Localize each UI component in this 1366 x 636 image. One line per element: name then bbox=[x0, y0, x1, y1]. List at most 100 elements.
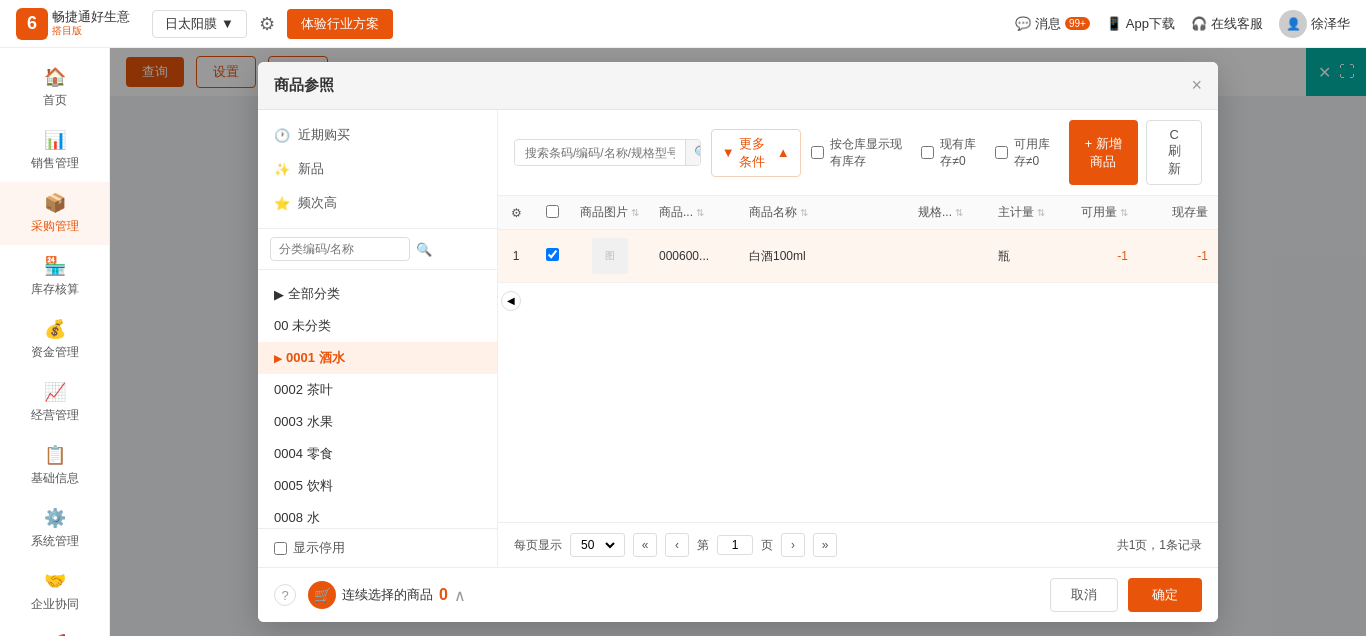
add-product-btn[interactable]: + 新增商品 bbox=[1069, 120, 1139, 185]
refresh-btn[interactable]: C 刷新 bbox=[1146, 120, 1202, 185]
th-spec: 规格... ⇅ bbox=[908, 196, 988, 230]
modal-toolbar: 🔍 ▼ 更多条件 ▲ 按仓库显示现有库存 bbox=[498, 110, 1218, 196]
next-page-btn[interactable]: › bbox=[781, 533, 805, 557]
left-search: 🔍 bbox=[258, 229, 497, 270]
modal-header: 商品参照 × bbox=[258, 62, 1218, 110]
nav-app-download[interactable]: 📱 App下载 bbox=[1106, 15, 1175, 33]
logo-sub: 搭目版 bbox=[52, 24, 130, 38]
th-code: 商品... ⇅ bbox=[649, 196, 739, 230]
first-page-btn[interactable]: « bbox=[633, 533, 657, 557]
sidebar-label-purchase: 采购管理 bbox=[31, 218, 79, 235]
cat-snack[interactable]: 0004 零食 bbox=[258, 438, 497, 470]
select-all-checkbox[interactable] bbox=[546, 205, 559, 218]
avail-ne-checkbox-group: 可用库存≠0 bbox=[995, 136, 1059, 170]
th-checkbox[interactable] bbox=[534, 196, 570, 230]
settings-icon[interactable]: ⚙ bbox=[259, 13, 275, 35]
left-nav-new[interactable]: ✨ 新品 bbox=[258, 152, 497, 186]
avail-ne-label[interactable]: 可用库存≠0 bbox=[1014, 136, 1059, 170]
nav-message[interactable]: 💬 消息 99+ bbox=[1015, 15, 1090, 33]
pagination: 每页显示 102050100 « ‹ 第 页 › bbox=[498, 522, 1218, 567]
cat-tea[interactable]: 0002 茶叶 bbox=[258, 374, 497, 406]
frequent-icon: ⭐ bbox=[274, 196, 290, 211]
sidebar-label-enterprise: 企业协同 bbox=[31, 596, 79, 613]
cancel-btn[interactable]: 取消 bbox=[1050, 578, 1118, 612]
th-img: 商品图片 ⇅ bbox=[570, 196, 649, 230]
purchase-icon: 📦 bbox=[44, 192, 66, 214]
row-spec bbox=[908, 230, 988, 283]
page-size-dropdown[interactable]: 102050100 bbox=[577, 537, 618, 553]
modal-footer: ? 🛒 连续选择的商品 0 ∧ 取消 确定 bbox=[258, 567, 1218, 622]
last-page-btn[interactable]: » bbox=[813, 533, 837, 557]
logo-text: 畅捷通好生意 bbox=[52, 9, 130, 25]
show-disabled-checkbox[interactable] bbox=[274, 542, 287, 555]
row-img-cell: 图 bbox=[570, 230, 649, 283]
sidebar-item-inventory[interactable]: 🏪 库存核算 bbox=[0, 245, 109, 308]
modal-close-btn[interactable]: × bbox=[1191, 75, 1202, 96]
avail-ne-checkbox[interactable] bbox=[995, 146, 1008, 159]
filter-btn[interactable]: ▼ 更多条件 ▲ bbox=[711, 129, 801, 177]
category-search-input[interactable] bbox=[270, 237, 410, 261]
page-number-input[interactable] bbox=[717, 535, 753, 555]
sidebar-label-basic-info: 基础信息 bbox=[31, 470, 79, 487]
cat-all[interactable]: ▶ 全部分类 bbox=[258, 278, 497, 310]
sidebar-label-finance: 资金管理 bbox=[31, 344, 79, 361]
category-search-icon[interactable]: 🔍 bbox=[416, 242, 432, 257]
show-disabled-label[interactable]: 显示停用 bbox=[293, 539, 345, 557]
sidebar-item-basic-info[interactable]: 📋 基础信息 bbox=[0, 434, 109, 497]
warehouse-checkbox[interactable] bbox=[811, 146, 824, 159]
left-nav-recent[interactable]: 🕐 近期购买 bbox=[258, 118, 497, 152]
sidebar-item-sales[interactable]: 📊 销售管理 bbox=[0, 119, 109, 182]
th-unit: 主计量 ⇅ bbox=[988, 196, 1058, 230]
cat-spirits[interactable]: ▶ 0001 酒水 bbox=[258, 342, 497, 374]
cat-fruit[interactable]: 0003 水果 bbox=[258, 406, 497, 438]
app-icon: 📱 bbox=[1106, 16, 1122, 31]
left-nav-frequent[interactable]: ⭐ 频次高 bbox=[258, 186, 497, 220]
sidebar-item-guide[interactable]: 🚀 新手引导 bbox=[0, 623, 109, 636]
help-btn[interactable]: ? bbox=[274, 584, 296, 606]
product-search-input[interactable] bbox=[515, 141, 685, 165]
table-row[interactable]: 1 图 000600... 白酒100ml bbox=[498, 230, 1218, 283]
nav-user[interactable]: 👤 徐泽华 bbox=[1279, 10, 1350, 38]
store-selector[interactable]: 日太阳膜 ▼ bbox=[152, 10, 247, 38]
warehouse-checkbox-group: 按仓库显示现有库存 bbox=[811, 136, 912, 170]
product-img: 图 bbox=[592, 238, 628, 274]
cat-beverage[interactable]: 0005 饮料 bbox=[258, 470, 497, 502]
cart-collapse-icon[interactable]: ∧ bbox=[454, 586, 466, 605]
home-icon: 🏠 bbox=[44, 66, 66, 88]
sidebar-item-operations[interactable]: 📈 经营管理 bbox=[0, 371, 109, 434]
sidebar: 🏠 首页 📊 销售管理 📦 采购管理 🏪 库存核算 💰 资金管理 📈 经营管理 … bbox=[0, 48, 110, 636]
confirm-btn[interactable]: 确定 bbox=[1128, 578, 1202, 612]
sort-icon-code: ⇅ bbox=[696, 207, 704, 218]
row-checkbox[interactable] bbox=[546, 248, 559, 261]
prev-page-btn[interactable]: ‹ bbox=[665, 533, 689, 557]
nav-right: 💬 消息 99+ 📱 App下载 🎧 在线客服 👤 徐泽华 bbox=[1015, 10, 1350, 38]
system-icon: ⚙️ bbox=[44, 507, 66, 529]
warehouse-label[interactable]: 按仓库显示现有库存 bbox=[830, 136, 912, 170]
user-avatar: 👤 bbox=[1279, 10, 1307, 38]
product-search-icon[interactable]: 🔍 bbox=[685, 140, 701, 165]
sidebar-label-system: 系统管理 bbox=[31, 533, 79, 550]
sidebar-item-home[interactable]: 🏠 首页 bbox=[0, 56, 109, 119]
product-table: ⚙ 商品图片 ⇅ bbox=[498, 196, 1218, 283]
sidebar-label-inventory: 库存核算 bbox=[31, 281, 79, 298]
page-size-select[interactable]: 102050100 bbox=[570, 533, 625, 557]
experience-btn[interactable]: 体验行业方案 bbox=[287, 9, 393, 39]
sidebar-item-system[interactable]: ⚙️ 系统管理 bbox=[0, 497, 109, 560]
cart-area[interactable]: 🛒 连续选择的商品 0 ∧ bbox=[308, 581, 466, 609]
nav-online-service[interactable]: 🎧 在线客服 bbox=[1191, 15, 1263, 33]
sidebar-item-purchase[interactable]: 📦 采购管理 bbox=[0, 182, 109, 245]
stock-ne-checkbox[interactable] bbox=[921, 146, 934, 159]
operations-icon: 📈 bbox=[44, 381, 66, 403]
cat-water[interactable]: 0008 水 bbox=[258, 502, 497, 528]
cat-uncategorized[interactable]: 00 未分类 bbox=[258, 310, 497, 342]
sidebar-item-enterprise[interactable]: 🤝 企业协同 bbox=[0, 560, 109, 623]
th-settings[interactable]: ⚙ bbox=[498, 196, 534, 230]
cart-icon: 🛒 bbox=[308, 581, 336, 609]
stock-ne-label[interactable]: 现有库存≠0 bbox=[940, 136, 985, 170]
sidebar-item-finance[interactable]: 💰 资金管理 bbox=[0, 308, 109, 371]
row-unit: 瓶 bbox=[988, 230, 1058, 283]
collapse-left-btn[interactable]: ◀ bbox=[501, 291, 521, 311]
modal-left-panel: 🕐 近期购买 ✨ 新品 ⭐ 频次高 bbox=[258, 110, 498, 567]
main-content: 查询 设置 刷新 ✕ ⛶ 商品参照 × bbox=[110, 48, 1366, 636]
row-checkbox-cell[interactable] bbox=[534, 230, 570, 283]
